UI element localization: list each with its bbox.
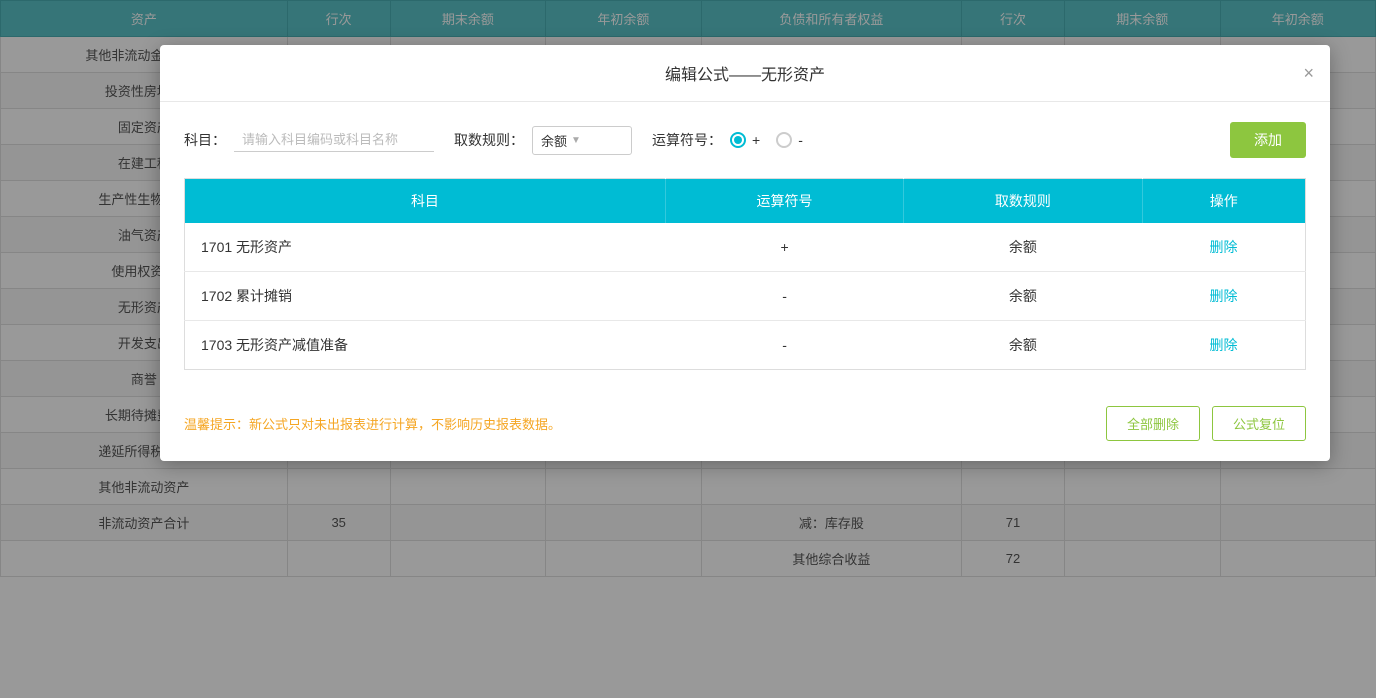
- cell-subject: 1701 无形资产: [185, 223, 666, 272]
- subject-input[interactable]: [234, 128, 434, 152]
- modal-header: 编辑公式——无形资产 ×: [160, 45, 1330, 102]
- table-row: 1703 无形资产减值准备-余额 删除: [185, 321, 1306, 370]
- radio-minus-circle: [776, 132, 792, 148]
- cell-rule: 余额: [904, 321, 1142, 370]
- table-row: 1702 累计摊销-余额 删除: [185, 272, 1306, 321]
- cell-subject: 1703 无形资产减值准备: [185, 321, 666, 370]
- subject-label: 科目：: [184, 130, 226, 150]
- radio-minus-label: -: [798, 132, 803, 148]
- operator-label: 运算符号：: [652, 130, 722, 150]
- radio-plus-circle: [730, 132, 746, 148]
- table-header-row: 科目 运算符号 取数规则 操作: [185, 179, 1306, 224]
- cell-rule: 余额: [904, 272, 1142, 321]
- delete-link[interactable]: 删除: [1210, 337, 1238, 353]
- table-row: 1701 无形资产+余额 删除: [185, 223, 1306, 272]
- subject-field-group: 科目：: [184, 128, 434, 152]
- cell-operator: -: [665, 272, 903, 321]
- delete-all-button[interactable]: 全部删除: [1106, 406, 1200, 441]
- footer-buttons: 全部删除 公式复位: [1106, 406, 1306, 441]
- rule-field-group: 取数规则： 余额 ▼: [454, 126, 632, 155]
- radio-minus[interactable]: -: [776, 132, 803, 148]
- rule-select[interactable]: 余额 ▼: [532, 126, 632, 155]
- rule-label: 取数规则：: [454, 130, 524, 150]
- cell-action: 删除: [1142, 321, 1305, 370]
- modal-footer: 温馨提示：新公式只对未出报表进行计算，不影响历史报表数据。 全部删除 公式复位: [160, 390, 1330, 461]
- radio-plus-label: +: [752, 132, 760, 148]
- cell-action: 删除: [1142, 272, 1305, 321]
- operator-field-group: 运算符号： + -: [652, 130, 803, 150]
- reset-formula-button[interactable]: 公式复位: [1212, 406, 1306, 441]
- delete-link[interactable]: 删除: [1210, 288, 1238, 304]
- chevron-down-icon: ▼: [571, 135, 581, 146]
- th-action: 操作: [1142, 179, 1305, 224]
- th-operator: 运算符号: [665, 179, 903, 224]
- delete-link[interactable]: 删除: [1210, 239, 1238, 255]
- modal-title: 编辑公式——无形资产: [665, 61, 825, 85]
- cell-rule: 余额: [904, 223, 1142, 272]
- cell-operator: -: [665, 321, 903, 370]
- cell-operator: +: [665, 223, 903, 272]
- rule-select-value: 余额: [541, 131, 567, 150]
- radio-group: + -: [730, 132, 803, 148]
- radio-plus[interactable]: +: [730, 132, 760, 148]
- modal-close-button[interactable]: ×: [1303, 64, 1314, 82]
- form-row: 科目： 取数规则： 余额 ▼ 运算符号： +: [184, 122, 1306, 158]
- add-button[interactable]: 添加: [1230, 122, 1306, 158]
- cell-action: 删除: [1142, 223, 1305, 272]
- modal-body: 科目： 取数规则： 余额 ▼ 运算符号： +: [160, 102, 1330, 390]
- th-rule: 取数规则: [904, 179, 1142, 224]
- footer-tip-text: 温馨提示：新公式只对未出报表进行计算，不影响历史报表数据。: [184, 414, 561, 433]
- cell-subject: 1702 累计摊销: [185, 272, 666, 321]
- edit-formula-modal: 编辑公式——无形资产 × 科目： 取数规则： 余额 ▼ 运算符号：: [160, 45, 1330, 461]
- th-subject: 科目: [185, 179, 666, 224]
- formula-table: 科目 运算符号 取数规则 操作 1701 无形资产+余额删除1702 累计摊销-…: [184, 178, 1306, 370]
